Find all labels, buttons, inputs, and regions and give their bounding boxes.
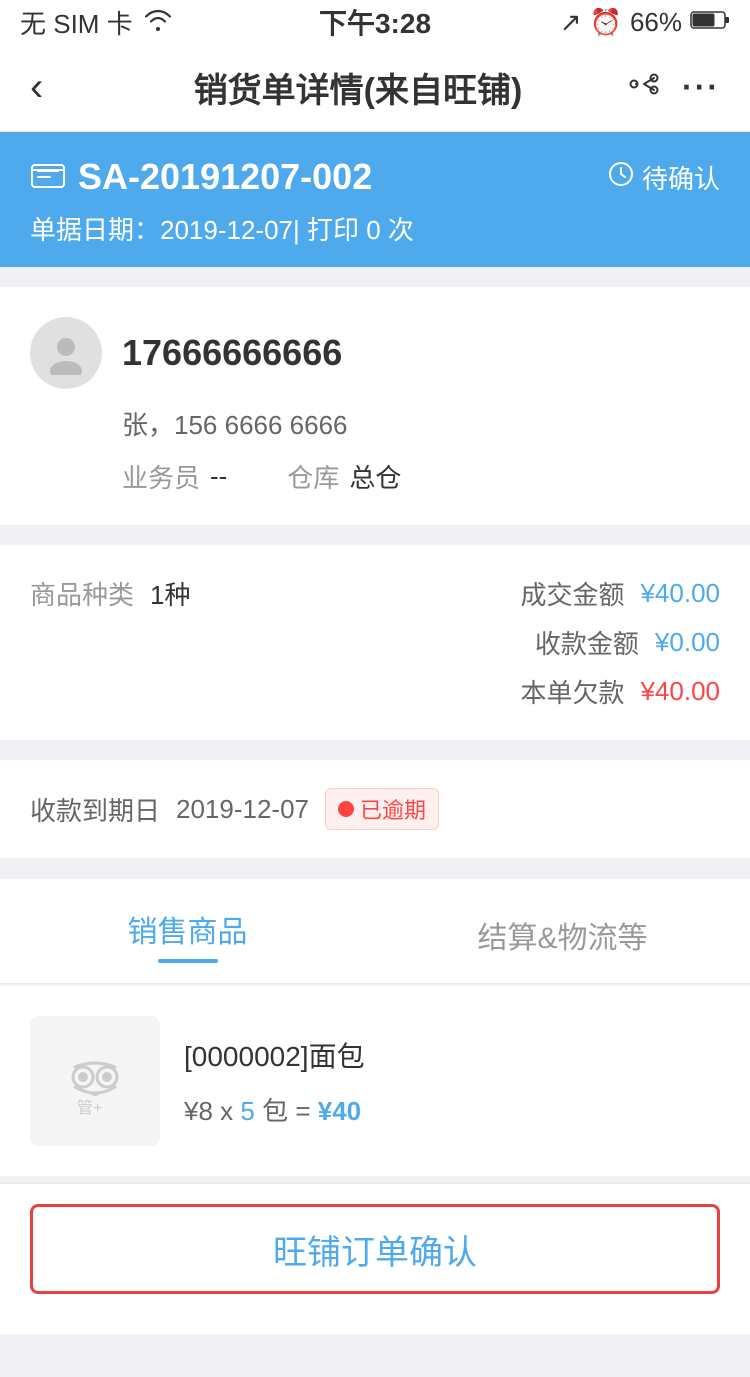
- product-type-label: 商品种类: [30, 575, 134, 612]
- order-status: 待确认: [608, 159, 720, 196]
- customer-name: 张，156 6666 6666: [30, 405, 720, 442]
- warehouse-label: 仓库: [287, 458, 339, 495]
- product-name: [0000002]面包: [184, 1035, 720, 1075]
- svg-text:管+: 管+: [77, 1099, 102, 1117]
- products-section: 管+ [0000002]面包 ¥8 x 5 包 = ¥40: [0, 986, 750, 1177]
- product-thumbnail: 管+: [30, 1016, 160, 1146]
- summary-row-paid: 收款金额 ¥0.00: [535, 624, 720, 661]
- share-icon[interactable]: [626, 66, 662, 110]
- bottom-bar: 旺铺订单确认: [0, 1183, 750, 1334]
- overdue-text: 已逾期: [360, 793, 426, 825]
- customer-avatar: [30, 317, 102, 389]
- status-bar: 无 SIM 卡 下午3:28 ↗ ⏰ 66%: [0, 0, 750, 44]
- order-banner: SA-20191207-002 待确认 单据日期：2019-12-07| 打印 …: [0, 132, 750, 267]
- battery-text: 66%: [630, 7, 682, 38]
- customer-section: 17666666666 张，156 6666 6666 业务员 -- 仓库 总仓: [0, 287, 750, 525]
- back-button[interactable]: ‹: [30, 65, 90, 110]
- summary-right: 成交金额 ¥40.00 收款金额 ¥0.00 本单欠款 ¥40.00: [520, 575, 720, 710]
- clock-icon: [608, 161, 634, 194]
- summary-row-owed: 本单欠款 ¥40.00: [520, 673, 720, 710]
- price-qty: 5: [240, 1096, 254, 1126]
- staff-value: --: [210, 461, 227, 492]
- price-equals: =: [295, 1096, 317, 1126]
- battery-icon: [690, 7, 730, 38]
- customer-meta: 业务员 -- 仓库 总仓: [30, 458, 720, 495]
- overdue-dot: [338, 801, 354, 817]
- status-left: 无 SIM 卡: [20, 4, 173, 41]
- due-date-section: 收款到期日 2019-12-07 已逾期: [0, 760, 750, 859]
- status-right: ↗ ⏰ 66%: [560, 7, 730, 38]
- tab-sales[interactable]: 销售商品: [0, 879, 375, 983]
- confirm-button-label: 旺铺订单确认: [273, 1225, 477, 1274]
- overdue-badge: 已逾期: [325, 788, 439, 830]
- confirm-button[interactable]: 旺铺订单确认: [30, 1204, 720, 1294]
- order-id: SA-20191207-002: [30, 156, 372, 198]
- owed-value: ¥40.00: [640, 676, 720, 707]
- tabs-section: 销售商品 结算&物流等: [0, 879, 750, 984]
- staff-label: 业务员: [122, 458, 200, 495]
- wifi-icon: [143, 7, 173, 38]
- deal-value: ¥40.00: [640, 578, 720, 609]
- price-total: ¥40: [318, 1096, 361, 1126]
- price-unit: 包: [262, 1096, 288, 1126]
- order-icon: [30, 156, 66, 198]
- table-row: 管+ [0000002]面包 ¥8 x 5 包 = ¥40: [0, 986, 750, 1177]
- product-info: [0000002]面包 ¥8 x 5 包 = ¥40: [184, 1035, 720, 1128]
- status-time: 下午3:28: [319, 2, 431, 42]
- alarm-icon: ⏰: [590, 7, 622, 38]
- location-icon: ↗: [560, 7, 582, 38]
- carrier-text: 无 SIM 卡: [20, 4, 133, 41]
- more-icon[interactable]: ···: [682, 69, 720, 106]
- deal-label: 成交金额: [520, 575, 624, 612]
- warehouse-value: 总仓: [349, 458, 401, 495]
- paid-label: 收款金额: [535, 624, 639, 661]
- nav-bar: ‹ 销货单详情(来自旺铺) ···: [0, 44, 750, 132]
- owed-label: 本单欠款: [520, 673, 624, 710]
- nav-actions: ···: [626, 66, 720, 110]
- summary-row-deal: 成交金额 ¥40.00: [520, 575, 720, 612]
- tab-settlement[interactable]: 结算&物流等: [375, 885, 750, 977]
- order-date: 单据日期：2019-12-07| 打印 0 次: [30, 210, 720, 247]
- paid-value: ¥0.00: [655, 627, 720, 658]
- summary-section: 商品种类 1种 成交金额 ¥40.00 收款金额 ¥0.00 本单欠款 ¥40.…: [0, 545, 750, 740]
- product-type-value: 1种: [150, 575, 190, 612]
- due-date: 2019-12-07: [176, 794, 309, 825]
- product-price: ¥8 x 5 包 = ¥40: [184, 1091, 720, 1128]
- summary-left: 商品种类 1种: [30, 575, 190, 612]
- tabs-row: 销售商品 结算&物流等: [0, 879, 750, 983]
- product-thumb-icon: 管+: [55, 1041, 135, 1121]
- page-title: 销货单详情(来自旺铺): [90, 63, 626, 112]
- due-label: 收款到期日: [30, 791, 160, 828]
- customer-phone: 17666666666: [122, 332, 342, 374]
- price-multiply: x: [220, 1096, 240, 1126]
- price-amount: ¥8: [184, 1096, 213, 1126]
